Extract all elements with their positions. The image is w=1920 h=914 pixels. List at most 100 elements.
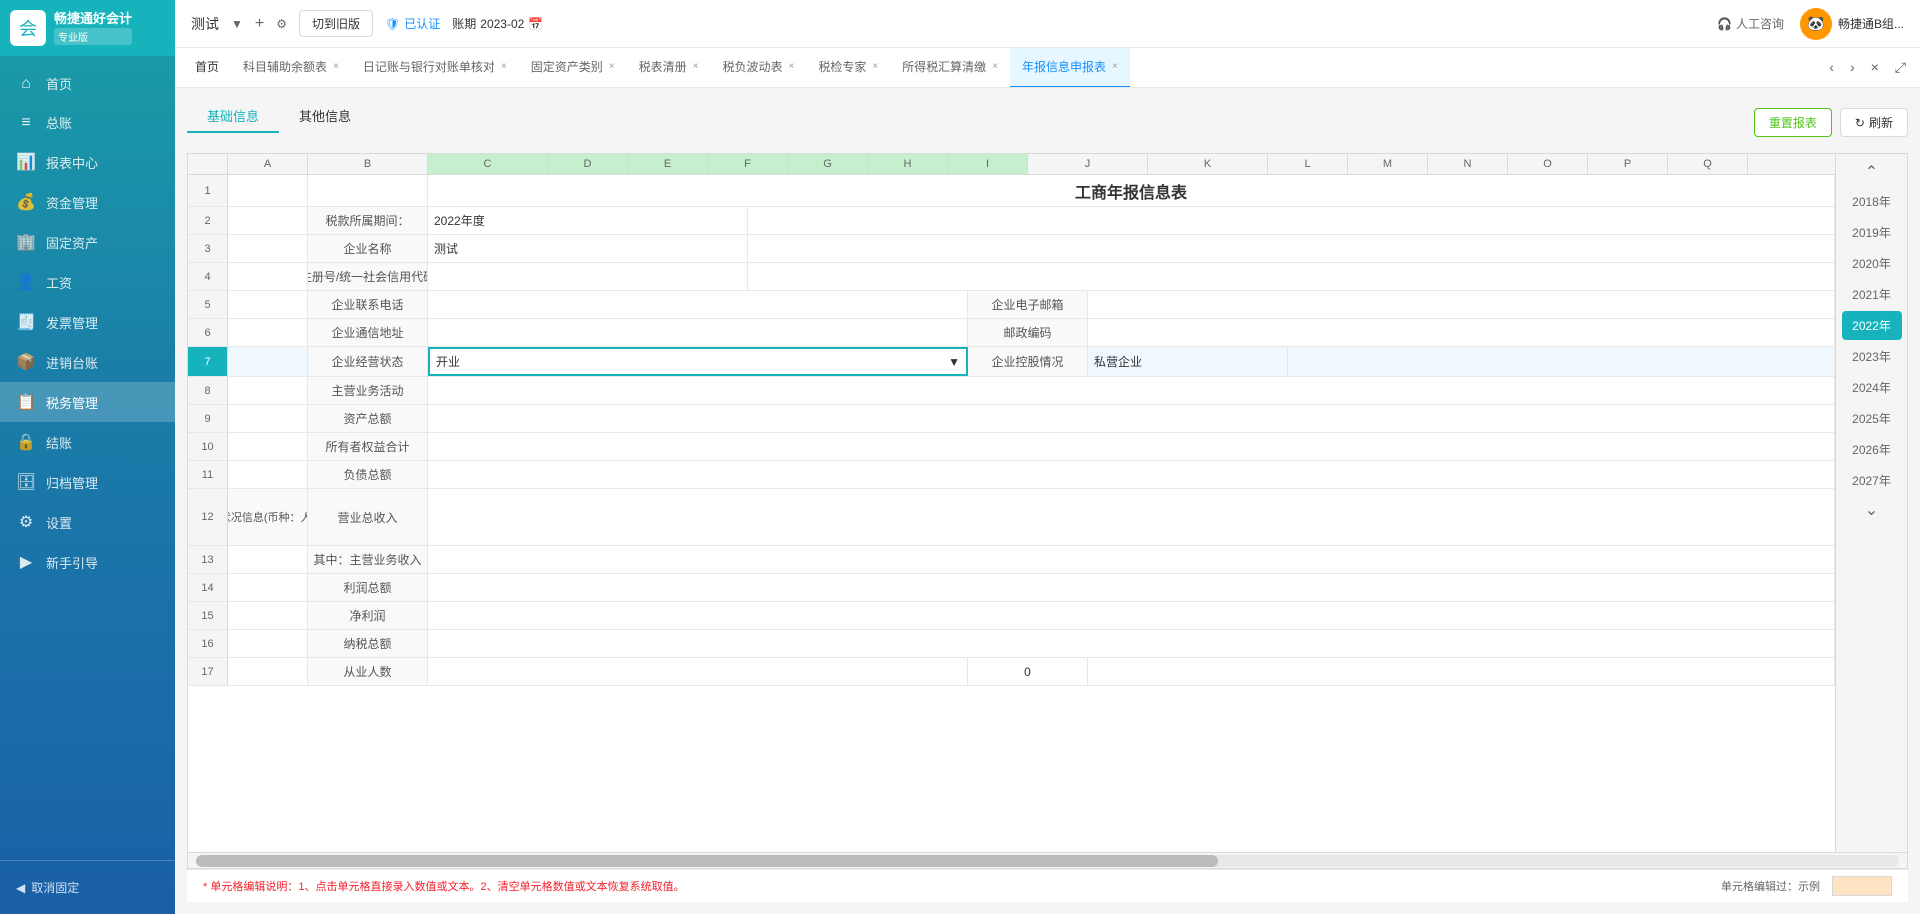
topbar-add-btn[interactable]: + [255,15,264,33]
cell-14a[interactable] [228,574,308,601]
year-item-2027[interactable]: 2027年 [1842,466,1902,495]
cell-8c[interactable] [428,377,1835,404]
sidebar-item-guide[interactable]: ▶ 新手引导 [0,542,175,582]
sidebar-item-payroll[interactable]: 👤 工资 [0,262,175,302]
cell-7c-active[interactable]: 开业 ▼ [428,347,968,376]
cell-12c[interactable] [428,489,1835,545]
tab-fixed-assets[interactable]: 固定资产类别 × [519,48,627,88]
cell-16c[interactable] [428,630,1835,657]
tab-bank-reconcile[interactable]: 日记账与银行对账单核对 × [351,48,519,88]
tab-close-all-btn[interactable]: × [1865,55,1885,80]
cell-3-rest[interactable] [748,235,1835,262]
cell-2b[interactable]: 税款所属期间： [308,207,428,234]
tab-tax-fluctuation[interactable]: 税负波动表 × [710,48,806,88]
cell-6j[interactable]: 邮政编码 [968,319,1088,346]
dropdown-cell[interactable]: 开业 ▼ [436,353,960,370]
cell-11a[interactable] [228,461,308,488]
cell-7a[interactable] [228,347,308,376]
sidebar-item-home[interactable]: ⌂ 首页 [0,64,175,103]
cell-3a[interactable] [228,235,308,262]
tab-tax-fluctuation-close[interactable]: × [788,61,794,72]
sub-tab-other[interactable]: 其他信息 [279,100,371,133]
cell-5a[interactable] [228,291,308,318]
year-item-2024[interactable]: 2024年 [1842,373,1902,402]
topbar-dropdown-btn[interactable]: ▼ [231,17,243,31]
cell-17j[interactable]: 0 [968,658,1088,685]
cell-9a[interactable] [228,405,308,432]
tab-expand-btn[interactable]: ⤢ [1889,55,1912,80]
tab-tax-expert[interactable]: 税检专家 × [806,48,890,88]
sidebar-item-archive[interactable]: 🗄 归档管理 [0,462,175,502]
tab-prev-btn[interactable]: ‹ [1823,55,1840,80]
cell-4b[interactable]: 注册号/统一社会信用代码 [308,263,428,290]
sheet-scroll-area[interactable]: A B C D E F G H I J K L M [188,154,1835,852]
sidebar-item-invoice[interactable]: 🧾 发票管理 [0,302,175,342]
tab-tax-expert-close[interactable]: × [872,61,878,72]
cell-11b[interactable]: 负债总额 [308,461,428,488]
cell-5c[interactable] [428,291,968,318]
cell-5j[interactable]: 企业电子邮箱 [968,291,1088,318]
cell-17c[interactable] [428,658,968,685]
cell-15a[interactable] [228,602,308,629]
cell-1-title[interactable]: 工商年报信息表 [428,175,1835,206]
cell-10c[interactable] [428,433,1835,460]
cell-2a[interactable] [228,207,308,234]
cell-17-rest[interactable] [1088,658,1835,685]
cell-10b[interactable]: 所有者权益合计 [308,433,428,460]
cell-6c[interactable] [428,319,968,346]
tab-account-balance-close[interactable]: × [333,61,339,72]
year-item-2022[interactable]: 2022年 [1842,311,1902,340]
old-version-btn[interactable]: 切到旧版 [299,10,373,37]
tab-fixed-assets-close[interactable]: × [609,61,615,72]
tab-home[interactable]: 首页 [183,48,231,88]
sub-tab-basic[interactable]: 基础信息 [187,100,279,133]
cell-1a[interactable] [228,175,308,206]
cell-5b[interactable]: 企业联系电话 [308,291,428,318]
sidebar-collapse-btn[interactable]: ◀ 取消固定 [0,871,175,904]
cell-7-rest[interactable] [1288,347,1835,376]
year-item-2023[interactable]: 2023年 [1842,342,1902,371]
year-item-2025[interactable]: 2025年 [1842,404,1902,433]
sidebar-item-reports[interactable]: 📊 报表中心 [0,142,175,182]
user-profile[interactable]: 🐼 畅捷通B组... [1800,8,1904,40]
cell-9c[interactable] [428,405,1835,432]
tab-next-btn[interactable]: › [1844,55,1861,80]
tab-bank-reconcile-close[interactable]: × [501,61,507,72]
cell-17b[interactable]: 从业人数 [308,658,428,685]
cell-17a[interactable] [228,658,308,685]
cell-3b[interactable]: 企业名称 [308,235,428,262]
sidebar-item-capital[interactable]: 💰 资金管理 [0,182,175,222]
cell-3c[interactable]: 测试 [428,235,748,262]
cell-4-rest[interactable] [748,263,1835,290]
tab-tax-list[interactable]: 税表清册 × [627,48,711,88]
cell-15c[interactable] [428,602,1835,629]
year-item-2018[interactable]: 2018年 [1842,187,1902,216]
cell-7k[interactable]: 私营企业 [1088,347,1288,376]
cell-14b[interactable]: 利润总额 [308,574,428,601]
year-item-2019[interactable]: 2019年 [1842,218,1902,247]
year-up-btn[interactable]: ⌃ [1861,158,1882,186]
year-item-2026[interactable]: 2026年 [1842,435,1902,464]
tab-account-balance[interactable]: 科目辅助余额表 × [231,48,351,88]
cell-4a[interactable] [228,263,308,290]
cell-4c[interactable] [428,263,748,290]
dropdown-arrow-icon[interactable]: ▼ [948,355,960,369]
sidebar-item-tax[interactable]: 📋 税务管理 [0,382,175,422]
sidebar-item-ledger[interactable]: ≡ 总账 [0,103,175,142]
cell-8b[interactable]: 主营业务活动 [308,377,428,404]
cell-13b[interactable]: 其中：主营业务收入 [308,546,428,573]
cell-16b[interactable]: 纳税总额 [308,630,428,657]
refresh-btn[interactable]: ↻ 刷新 [1840,108,1908,137]
cell-12b[interactable]: 营业总收入 [308,489,428,545]
sidebar-item-settings[interactable]: ⚙ 设置 [0,502,175,542]
sidebar-item-inventory[interactable]: 📦 进销台账 [0,342,175,382]
cell-13a[interactable] [228,546,308,573]
cell-8a[interactable] [228,377,308,404]
topbar-gear-btn[interactable]: ⚙ [276,17,287,31]
cell-14c[interactable] [428,574,1835,601]
year-item-2020[interactable]: 2020年 [1842,249,1902,278]
year-item-2021[interactable]: 2021年 [1842,280,1902,309]
cell-6a[interactable] [228,319,308,346]
sidebar-item-close[interactable]: 🔒 结账 [0,422,175,462]
calendar-icon[interactable]: 📅 [528,17,543,31]
